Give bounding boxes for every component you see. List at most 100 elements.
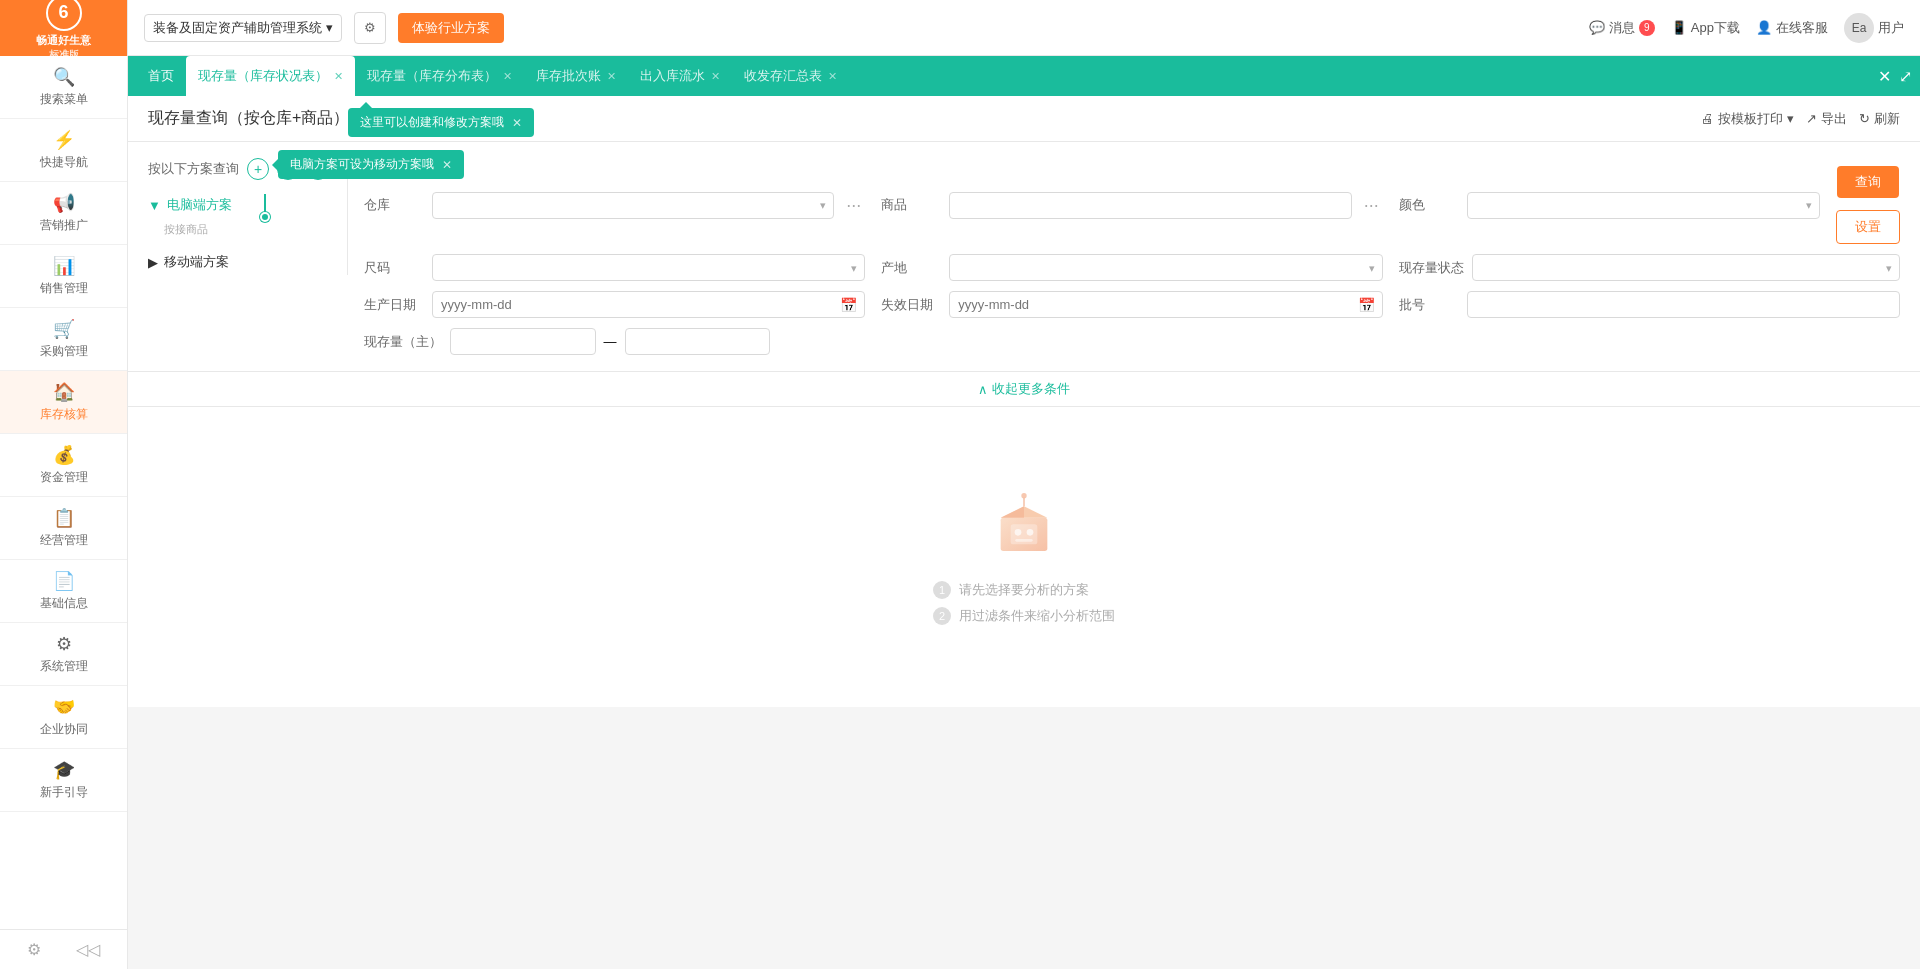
stock-status-select-wrap: ▾ — [1472, 254, 1900, 281]
tab-2-label: 现存量（库存分布表） — [367, 67, 497, 85]
tab-5-close-icon[interactable]: ✕ — [828, 70, 837, 83]
svg-point-4 — [1015, 529, 1022, 536]
step-2-num: 2 — [933, 607, 951, 625]
topbar: 装备及固定资产辅助管理系统 ▾ ⚙ 体验行业方案 💬 消息 9 📱 App下载 … — [128, 0, 1920, 56]
size-select[interactable] — [432, 254, 865, 281]
refresh-btn[interactable]: ↻ 刷新 — [1859, 110, 1900, 128]
goods-dots[interactable]: ··· — [1360, 192, 1383, 218]
prod-date-cal-icon[interactable]: 📅 — [840, 297, 857, 313]
mobile-scheme-label: 移动端方案 — [164, 253, 229, 271]
batch-input[interactable] — [1467, 291, 1900, 318]
sidebar-item-sales[interactable]: 📊 销售管理 — [0, 245, 127, 308]
pc-scheme-sub: 按接商品 — [164, 218, 331, 241]
collapse-bar[interactable]: ∧ 收起更多条件 — [128, 372, 1920, 407]
expand-icon[interactable]: ⤢ — [1899, 67, 1912, 86]
pc-scheme-item[interactable]: ▼ 电脑端方案 — [148, 192, 331, 218]
dropdown-arrow-icon: ▾ — [326, 20, 333, 35]
online-service-label: 在线客服 — [1776, 19, 1828, 37]
sidebar-label-guide: 新手引导 — [40, 784, 88, 801]
sidebar-item-operations[interactable]: 📋 经营管理 — [0, 497, 127, 560]
sidebar-item-marketing[interactable]: 📢 营销推广 — [0, 182, 127, 245]
sidebar-item-inventory[interactable]: 🏠 库存核算 — [0, 371, 127, 434]
guide-icon: 🎓 — [53, 759, 75, 781]
mobile-scheme-item[interactable]: ▶ 移动端方案 — [148, 249, 331, 275]
tab-home[interactable]: 首页 — [136, 67, 186, 85]
filter-panel: 按以下方案查询 + ✏ ← 电脑方案可设为移动方案哦 ✕ — [128, 142, 1920, 372]
sidebar-label-marketing: 营销推广 — [40, 217, 88, 234]
sidebar-item-collab[interactable]: 🤝 企业协同 — [0, 686, 127, 749]
filter-prod-date: 生产日期 📅 — [364, 291, 865, 318]
settings-button[interactable]: ⚙ — [354, 12, 386, 44]
stock-qty-max-input[interactable] — [625, 328, 771, 355]
export-btn[interactable]: ↗ 导出 — [1806, 110, 1847, 128]
search-reset-col: 查询 设置 — [1828, 166, 1900, 244]
sidebar-item-purchase[interactable]: 🛒 采购管理 — [0, 308, 127, 371]
search-button[interactable]: 查询 — [1837, 166, 1899, 198]
goods-input[interactable] — [949, 192, 1351, 219]
sidebar-item-guide[interactable]: 🎓 新手引导 — [0, 749, 127, 812]
filter-batch: 批号 — [1399, 291, 1900, 318]
user-action[interactable]: Ea 用户 — [1844, 13, 1904, 43]
tab-4[interactable]: 出入库流水 ✕ — [628, 56, 732, 96]
industry-btn[interactable]: 体验行业方案 — [398, 13, 504, 43]
tab-3-close-icon[interactable]: ✕ — [607, 70, 616, 83]
connector-dot — [260, 212, 270, 222]
marketing-icon: 📢 — [53, 192, 75, 214]
close-all-icon[interactable]: ✕ — [1878, 67, 1891, 86]
tab-1-close-icon[interactable]: ✕ — [334, 70, 343, 83]
tab-3[interactable]: 库存批次账 ✕ — [524, 56, 628, 96]
sidebar-item-finance[interactable]: 💰 资金管理 — [0, 434, 127, 497]
add-scheme-btn[interactable]: + — [247, 158, 269, 180]
collapse-sidebar-icon[interactable]: ◁◁ — [76, 940, 100, 959]
stock-qty-range: — — [450, 328, 770, 355]
sidebar-item-search[interactable]: 🔍 搜索菜单 — [0, 56, 127, 119]
filter-stock-status: 现存量状态 ▾ — [1399, 254, 1900, 281]
color-select[interactable] — [1467, 192, 1820, 219]
sidebar-label-purchase: 采购管理 — [40, 343, 88, 360]
warehouse-select[interactable] — [432, 192, 834, 219]
print-btn[interactable]: 🖨 按模板打印 ▾ — [1701, 110, 1794, 128]
sales-icon: 📊 — [53, 255, 75, 277]
scheme-tooltip-close[interactable]: ✕ — [442, 158, 452, 172]
tab-1-label: 现存量（库存状况表） — [198, 67, 328, 85]
origin-select[interactable] — [949, 254, 1382, 281]
online-service-action[interactable]: 👤 在线客服 — [1756, 19, 1828, 37]
user-avatar: Ea — [1844, 13, 1874, 43]
stock-qty-dash: — — [604, 334, 617, 349]
sidebar-item-nav[interactable]: ⚡ 快捷导航 — [0, 119, 127, 182]
tab-1[interactable]: 现存量（库存状况表） ✕ — [186, 56, 355, 96]
main-area: 装备及固定资产辅助管理系统 ▾ ⚙ 体验行业方案 💬 消息 9 📱 App下载 … — [128, 0, 1920, 969]
empty-step-1: 1 请先选择要分析的方案 — [933, 581, 1115, 599]
tab-2-close-icon[interactable]: ✕ — [503, 70, 512, 83]
scheme-tooltip: 电脑方案可设为移动方案哦 ✕ — [278, 150, 464, 179]
edit-tooltip-close[interactable]: ✕ — [512, 116, 522, 130]
warehouse-dots[interactable]: ··· — [842, 192, 865, 218]
sidebar-item-base[interactable]: 📄 基础信息 — [0, 560, 127, 623]
tab-4-close-icon[interactable]: ✕ — [711, 70, 720, 83]
content-area: 现存量查询（按仓库+商品） 🖨 按模板打印 ▾ ↗ 导出 ↻ 刷新 — [128, 96, 1920, 969]
prod-date-input[interactable] — [432, 291, 865, 318]
operations-icon: 📋 — [53, 507, 75, 529]
edit-tooltip: 这里可以创建和修改方案哦 ✕ — [348, 108, 534, 137]
finance-icon: 💰 — [53, 444, 75, 466]
tab-3-label: 库存批次账 — [536, 67, 601, 85]
filter-origin: 产地 ▾ — [881, 254, 1382, 281]
stock-qty-min-input[interactable] — [450, 328, 596, 355]
reset-button[interactable]: 设置 — [1836, 210, 1900, 244]
messages-badge: 9 — [1639, 20, 1655, 36]
app-download-action[interactable]: 📱 App下载 — [1671, 19, 1740, 37]
messages-action[interactable]: 💬 消息 9 — [1589, 19, 1655, 37]
tab-5-label: 收发存汇总表 — [744, 67, 822, 85]
system-selector[interactable]: 装备及固定资产辅助管理系统 ▾ — [144, 14, 342, 42]
settings-icon[interactable]: ⚙ — [27, 940, 41, 959]
stock-status-select[interactable] — [1472, 254, 1900, 281]
filter-row-1: 仓库 ▾ ··· 商品 — [364, 166, 1900, 244]
tab-5[interactable]: 收发存汇总表 ✕ — [732, 56, 849, 96]
app-download-label: App下载 — [1691, 19, 1740, 37]
expire-date-cal-icon[interactable]: 📅 — [1358, 297, 1375, 313]
sidebar-item-system[interactable]: ⚙ 系统管理 — [0, 623, 127, 686]
expire-date-input[interactable] — [949, 291, 1382, 318]
filter-row-3: 生产日期 📅 失效日期 📅 — [364, 291, 1900, 318]
filter-row-4: 现存量（主） — — [364, 328, 1900, 355]
tab-2[interactable]: 现存量（库存分布表） ✕ — [355, 56, 524, 96]
